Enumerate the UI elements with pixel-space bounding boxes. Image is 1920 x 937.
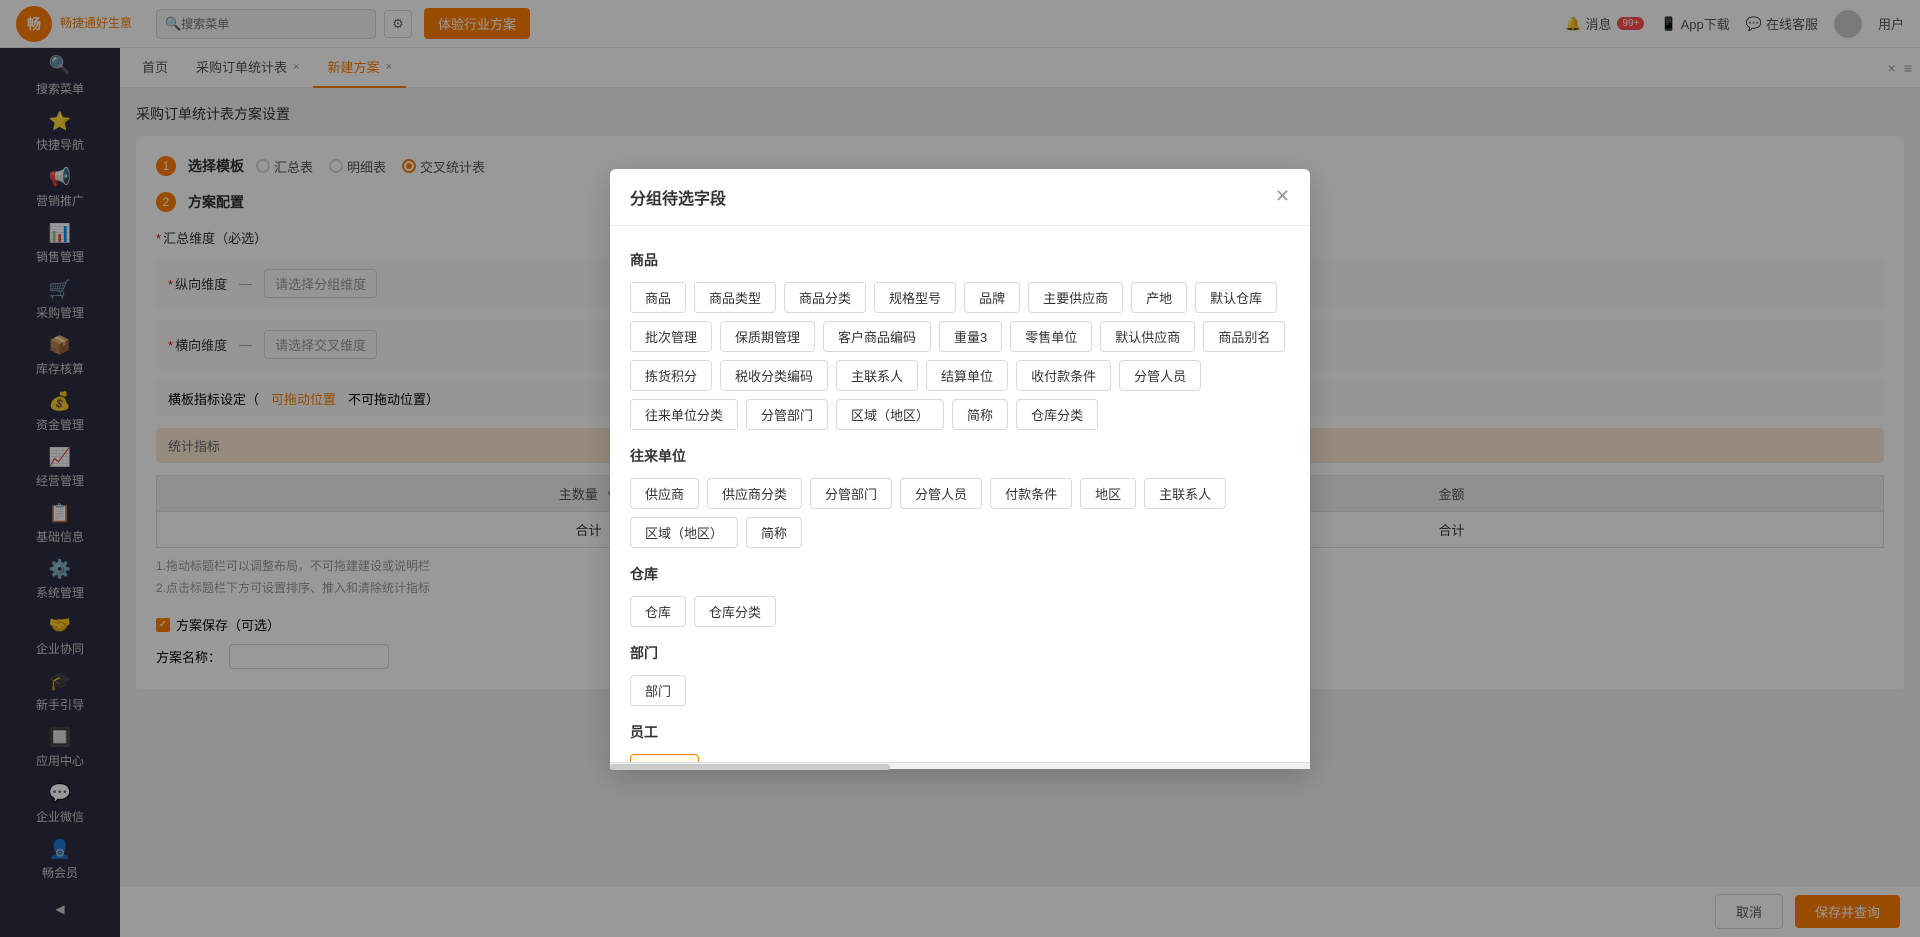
field-tag-0-20[interactable]: 分管人员	[1119, 360, 1201, 391]
field-tag-0-6[interactable]: 产地	[1131, 282, 1187, 313]
field-tag-0-2[interactable]: 商品分类	[784, 282, 866, 313]
modal-close-button[interactable]: ✕	[1275, 186, 1290, 207]
field-tag-0-10[interactable]: 客户商品编码	[823, 321, 931, 352]
field-tag-0-23[interactable]: 区域（地区）	[836, 399, 944, 430]
field-tag-1-3[interactable]: 分管人员	[900, 478, 982, 509]
field-tag-0-1[interactable]: 商品类型	[694, 282, 776, 313]
scrollbar-thumb	[610, 764, 890, 770]
field-tag-0-0[interactable]: 商品	[630, 282, 686, 313]
field-tag-1-7[interactable]: 区域（地区）	[630, 517, 738, 548]
section-title-1: 往来单位	[630, 446, 1290, 466]
field-grid-0: 商品商品类型商品分类规格型号品牌主要供应商产地默认仓库批次管理保质期管理客户商品…	[630, 282, 1290, 430]
field-tag-0-7[interactable]: 默认仓库	[1195, 282, 1277, 313]
field-tag-1-6[interactable]: 主联系人	[1144, 478, 1226, 509]
field-tag-1-0[interactable]: 供应商	[630, 478, 699, 509]
field-tag-3-0[interactable]: 部门	[630, 675, 686, 706]
modal-horizontal-scrollbar[interactable]	[610, 762, 1310, 768]
modal-header: 分组待选字段 ✕	[610, 169, 1310, 226]
field-tag-0-19[interactable]: 收付款条件	[1016, 360, 1111, 391]
field-tag-0-15[interactable]: 拣货积分	[630, 360, 712, 391]
field-tag-0-21[interactable]: 往来单位分类	[630, 399, 738, 430]
field-tag-0-5[interactable]: 主要供应商	[1028, 282, 1123, 313]
field-tag-1-1[interactable]: 供应商分类	[707, 478, 802, 509]
field-tag-0-22[interactable]: 分管部门	[746, 399, 828, 430]
field-grid-2: 仓库仓库分类	[630, 596, 1290, 627]
field-tag-0-17[interactable]: 主联系人	[836, 360, 918, 391]
field-grid-1: 供应商供应商分类分管部门分管人员付款条件地区主联系人区域（地区） 简称	[630, 478, 1290, 548]
field-tag-2-0[interactable]: 仓库	[630, 596, 686, 627]
field-tag-4-0[interactable]: 业务员	[630, 754, 699, 763]
field-tag-0-8[interactable]: 批次管理	[630, 321, 712, 352]
section-title-2: 仓库	[630, 564, 1290, 584]
modal-overlay: 分组待选字段 ✕ 商品商品商品类型商品分类规格型号品牌主要供应商产地默认仓库批次…	[0, 0, 1920, 937]
modal-body: 商品商品商品类型商品分类规格型号品牌主要供应商产地默认仓库批次管理保质期管理客户…	[610, 226, 1310, 763]
field-tag-1-5[interactable]: 地区	[1080, 478, 1136, 509]
field-tag-1-2[interactable]: 分管部门	[810, 478, 892, 509]
field-tag-0-16[interactable]: 税收分类编码	[720, 360, 828, 391]
field-selection-modal: 分组待选字段 ✕ 商品商品商品类型商品分类规格型号品牌主要供应商产地默认仓库批次…	[610, 169, 1310, 769]
field-grid-4: 业务员	[630, 754, 1290, 763]
section-title-4: 员工	[630, 722, 1290, 742]
field-tag-1-4[interactable]: 付款条件	[990, 478, 1072, 509]
field-tag-0-13[interactable]: 默认供应商	[1100, 321, 1195, 352]
field-tag-0-9[interactable]: 保质期管理	[720, 321, 815, 352]
field-grid-3: 部门	[630, 675, 1290, 706]
field-tag-0-25[interactable]: 仓库分类	[1016, 399, 1098, 430]
field-tag-0-24[interactable]: 简称	[952, 399, 1008, 430]
field-tag-0-11[interactable]: 重量3	[939, 321, 1002, 352]
field-tag-0-18[interactable]: 结算单位	[926, 360, 1008, 391]
field-tag-0-14[interactable]: 商品别名	[1203, 321, 1285, 352]
modal-title: 分组待选字段	[630, 185, 726, 209]
section-title-0: 商品	[630, 250, 1290, 270]
field-tag-0-12[interactable]: 零售单位	[1010, 321, 1092, 352]
field-tag-1-8[interactable]: 简称	[746, 517, 802, 548]
field-tag-0-4[interactable]: 品牌	[964, 282, 1020, 313]
section-title-3: 部门	[630, 643, 1290, 663]
field-tag-0-3[interactable]: 规格型号	[874, 282, 956, 313]
field-tag-2-1[interactable]: 仓库分类	[694, 596, 776, 627]
